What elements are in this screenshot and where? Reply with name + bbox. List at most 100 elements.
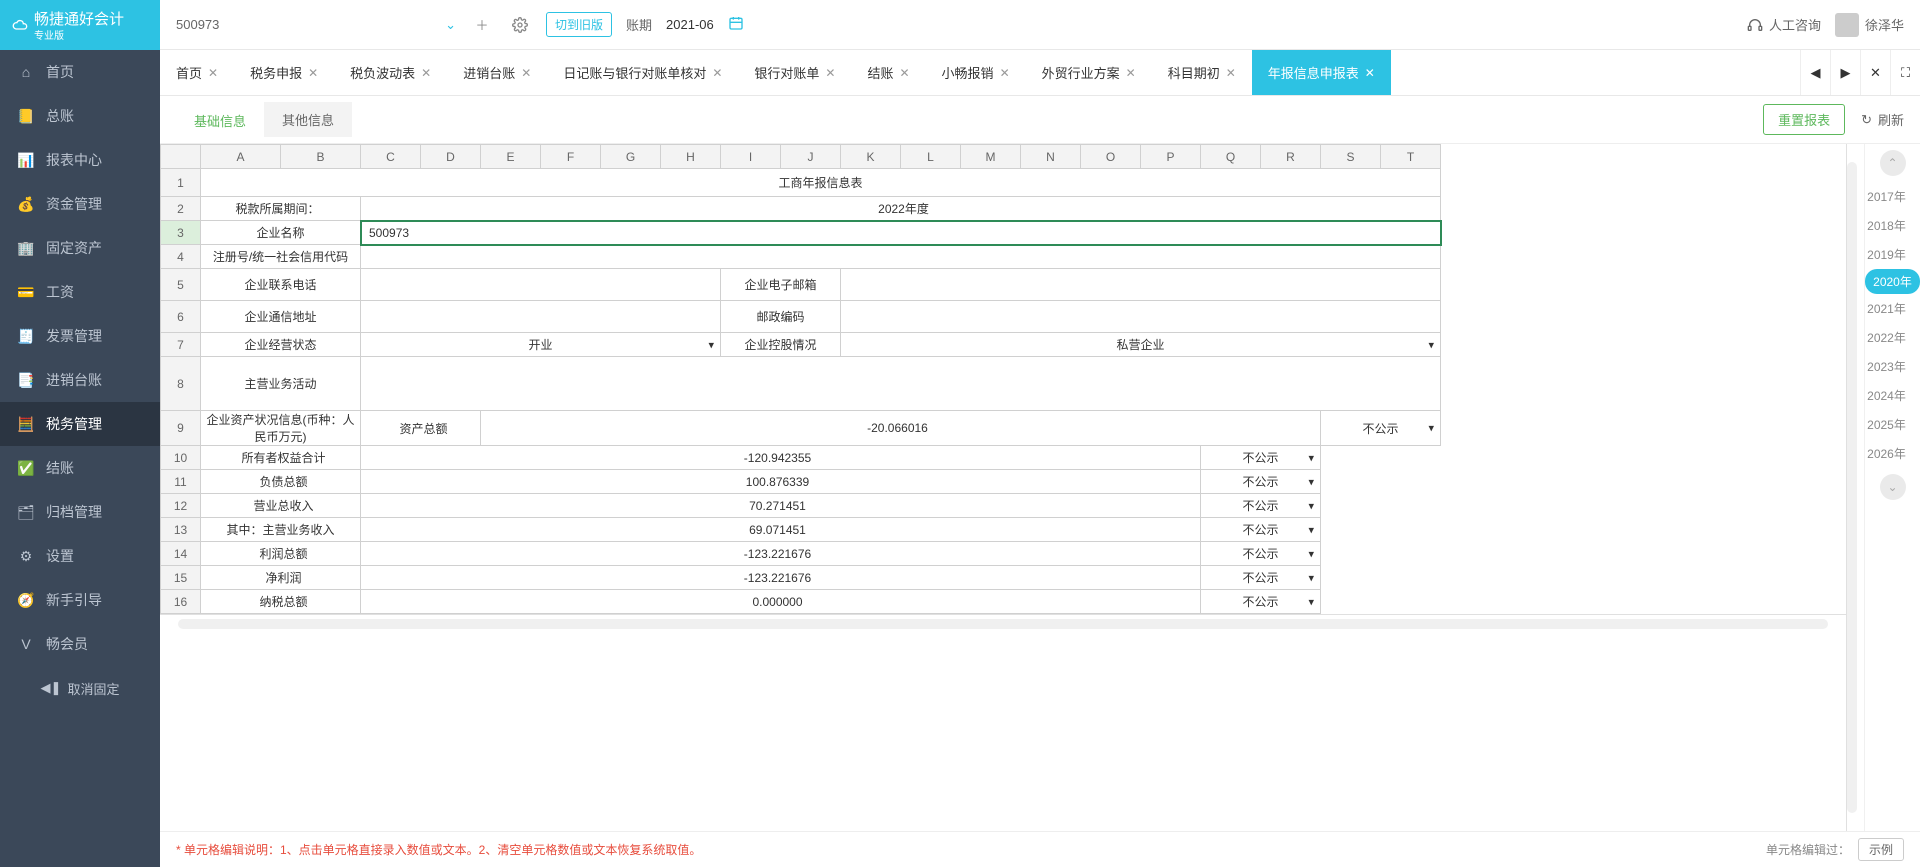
sub-tab-basic[interactable]: 基础信息 xyxy=(176,101,264,138)
col-head-H[interactable]: H xyxy=(661,145,721,169)
tab-close-icon[interactable]: ✕ xyxy=(1226,66,1236,80)
col-head-G[interactable]: G xyxy=(601,145,661,169)
col-head-F[interactable]: F xyxy=(541,145,601,169)
r6-v1[interactable] xyxy=(361,301,721,333)
row-head-14[interactable]: 14 xyxy=(161,542,201,566)
r11-value[interactable]: 100.876339 xyxy=(361,470,1201,494)
col-head-N[interactable]: N xyxy=(1021,145,1081,169)
tab-10[interactable]: 年报信息申报表✕ xyxy=(1252,50,1391,95)
tab-2[interactable]: 税负波动表✕ xyxy=(334,50,447,95)
row-head-8[interactable]: 8 xyxy=(161,357,201,411)
sidebar-item-12[interactable]: 🧭新手引导 xyxy=(0,578,160,622)
user-menu[interactable]: 徐泽华 xyxy=(1835,13,1904,37)
year-2017年[interactable]: 2017年 xyxy=(1865,182,1920,211)
company-selector[interactable]: 500973 ⌄ xyxy=(176,17,456,33)
col-head-T[interactable]: T xyxy=(1381,145,1441,169)
row-head-7[interactable]: 7 xyxy=(161,333,201,357)
tab-7[interactable]: 小畅报销✕ xyxy=(926,50,1026,95)
r13-value[interactable]: 69.071451 xyxy=(361,518,1201,542)
col-head-P[interactable]: P xyxy=(1141,145,1201,169)
row-head-2[interactable]: 2 xyxy=(161,197,201,221)
r7-status-select[interactable]: 开业 xyxy=(361,333,721,357)
sidebar-item-6[interactable]: 🧾发票管理 xyxy=(0,314,160,358)
tab-4[interactable]: 日记账与银行对账单核对✕ xyxy=(547,50,738,95)
col-head-E[interactable]: E xyxy=(481,145,541,169)
tab-0[interactable]: 首页✕ xyxy=(160,50,234,95)
row-head-6[interactable]: 6 xyxy=(161,301,201,333)
row-head-10[interactable]: 10 xyxy=(161,446,201,470)
tabs-close-all[interactable]: ✕ xyxy=(1860,50,1890,95)
row-head-3[interactable]: 3 xyxy=(161,221,201,245)
r12-value[interactable]: 70.271451 xyxy=(361,494,1201,518)
regenerate-report-button[interactable]: 重置报表 xyxy=(1763,104,1845,135)
col-head-R[interactable]: R xyxy=(1261,145,1321,169)
r8-value[interactable] xyxy=(361,357,1441,411)
sidebar-item-1[interactable]: 📒总账 xyxy=(0,94,160,138)
year-2021年[interactable]: 2021年 xyxy=(1865,294,1920,323)
tab-6[interactable]: 结账✕ xyxy=(851,50,925,95)
col-head-C[interactable]: C xyxy=(361,145,421,169)
col-head-B[interactable]: B xyxy=(281,145,361,169)
col-head-S[interactable]: S xyxy=(1321,145,1381,169)
spreadsheet[interactable]: ABCDEFGHIJKLMNOPQRST1工商年报信息表2税款所属期间：2022… xyxy=(160,144,1846,831)
year-2025年[interactable]: 2025年 xyxy=(1865,410,1920,439)
company-name-cell[interactable]: 500973 xyxy=(361,221,1441,245)
tab-3[interactable]: 进销台账✕ xyxy=(447,50,547,95)
r9-pub-select[interactable]: 不公示 xyxy=(1321,411,1441,446)
r16-pub-select[interactable]: 不公示 xyxy=(1201,590,1321,614)
tab-close-icon[interactable]: ✕ xyxy=(208,66,218,80)
r4-value[interactable] xyxy=(361,245,1441,269)
tab-close-icon[interactable]: ✕ xyxy=(521,66,531,80)
row-head-9[interactable]: 9 xyxy=(161,411,201,446)
sidebar-item-11[interactable]: ⚙设置 xyxy=(0,534,160,578)
settings-icon[interactable] xyxy=(508,13,532,37)
tab-close-icon[interactable]: ✕ xyxy=(899,66,909,80)
example-button[interactable]: 示例 xyxy=(1858,838,1904,861)
r7-holding-select[interactable]: 私营企业 xyxy=(841,333,1441,357)
r10-value[interactable]: -120.942355 xyxy=(361,446,1201,470)
tab-close-icon[interactable]: ✕ xyxy=(421,66,431,80)
row-head-13[interactable]: 13 xyxy=(161,518,201,542)
year-2019年[interactable]: 2019年 xyxy=(1865,240,1920,269)
calendar-icon[interactable] xyxy=(728,15,744,34)
r10-pub-select[interactable]: 不公示 xyxy=(1201,446,1321,470)
col-head-L[interactable]: L xyxy=(901,145,961,169)
row-head-4[interactable]: 4 xyxy=(161,245,201,269)
col-head-J[interactable]: J xyxy=(781,145,841,169)
col-head-Q[interactable]: Q xyxy=(1201,145,1261,169)
tab-close-icon[interactable]: ✕ xyxy=(308,66,318,80)
tab-close-icon[interactable]: ✕ xyxy=(712,66,722,80)
year-scroll-up[interactable]: ⌃ xyxy=(1880,150,1906,176)
col-head-D[interactable]: D xyxy=(421,145,481,169)
col-head-O[interactable]: O xyxy=(1081,145,1141,169)
sidebar-item-2[interactable]: 📊报表中心 xyxy=(0,138,160,182)
tab-1[interactable]: 税务申报✕ xyxy=(234,50,334,95)
col-head-M[interactable]: M xyxy=(961,145,1021,169)
r6-v2[interactable] xyxy=(841,301,1441,333)
tabs-scroll-left[interactable]: ◀ xyxy=(1800,50,1830,95)
switch-old-version-button[interactable]: 切到旧版 xyxy=(546,12,612,37)
sidebar-item-8[interactable]: 🧮税务管理 xyxy=(0,402,160,446)
year-2026年[interactable]: 2026年 xyxy=(1865,439,1920,468)
r14-pub-select[interactable]: 不公示 xyxy=(1201,542,1321,566)
r14-value[interactable]: -123.221676 xyxy=(361,542,1201,566)
sidebar-item-5[interactable]: 💳工资 xyxy=(0,270,160,314)
r5-v1[interactable] xyxy=(361,269,721,301)
tab-close-icon[interactable]: ✕ xyxy=(1365,66,1375,80)
tab-8[interactable]: 外贸行业方案✕ xyxy=(1026,50,1152,95)
r15-pub-select[interactable]: 不公示 xyxy=(1201,566,1321,590)
year-2024年[interactable]: 2024年 xyxy=(1865,381,1920,410)
row-head-5[interactable]: 5 xyxy=(161,269,201,301)
col-head-K[interactable]: K xyxy=(841,145,901,169)
col-head-I[interactable]: I xyxy=(721,145,781,169)
tab-close-icon[interactable]: ✕ xyxy=(825,66,835,80)
r12-pub-select[interactable]: 不公示 xyxy=(1201,494,1321,518)
row-head-16[interactable]: 16 xyxy=(161,590,201,614)
year-2022年[interactable]: 2022年 xyxy=(1865,323,1920,352)
support-button[interactable]: 人工咨询 xyxy=(1747,15,1821,34)
year-scroll-down[interactable]: ⌄ xyxy=(1880,474,1906,500)
col-head-A[interactable]: A xyxy=(201,145,281,169)
r5-v2[interactable] xyxy=(841,269,1441,301)
horizontal-scrollbar[interactable] xyxy=(160,614,1846,632)
r16-value[interactable]: 0.000000 xyxy=(361,590,1201,614)
